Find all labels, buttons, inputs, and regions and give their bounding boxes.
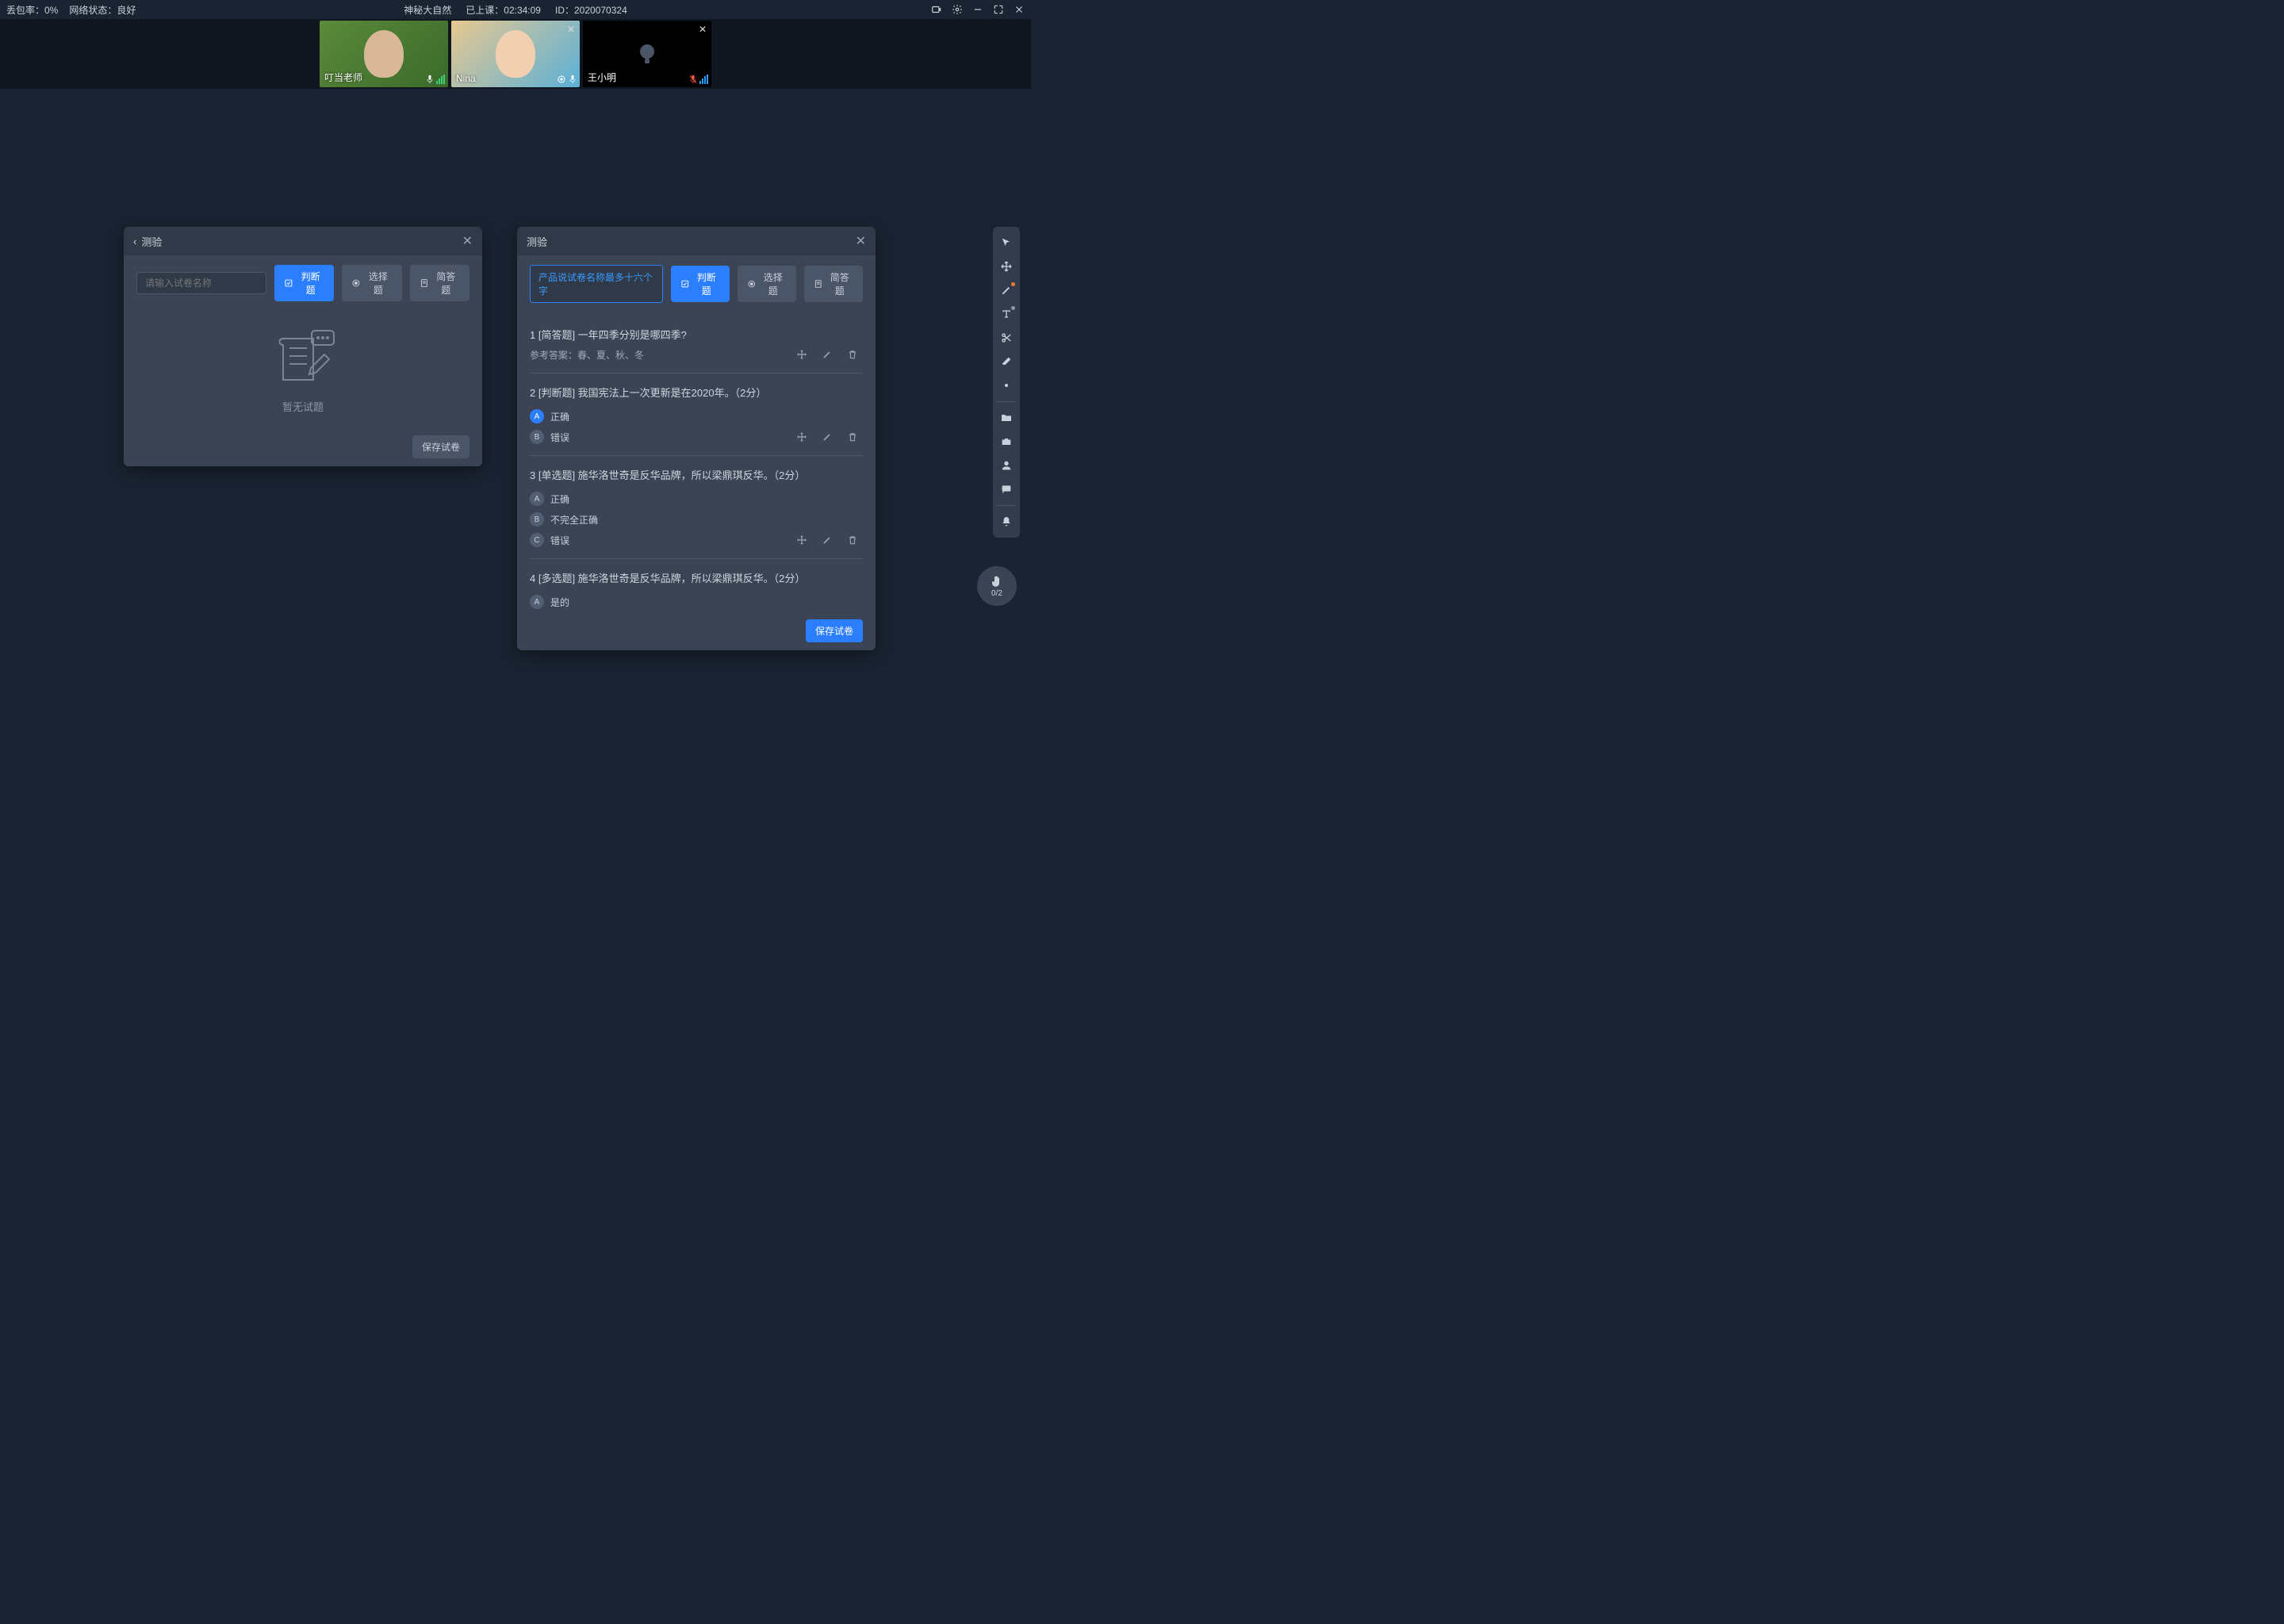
option-label: 是的 — [550, 596, 569, 609]
option-badge: B — [530, 430, 544, 444]
question-title: 2 [判断题] 我国宪法上一次更新是在2020年。（2分） — [530, 385, 863, 400]
text-tool[interactable] — [995, 303, 1017, 325]
back-icon[interactable]: ‹ — [133, 236, 136, 247]
volume-meter-icon — [436, 75, 445, 84]
option-label: 错误 — [550, 534, 569, 547]
hand-icon — [990, 574, 1004, 588]
edit-question-icon[interactable] — [817, 530, 837, 550]
chat-tool[interactable] — [995, 478, 1017, 500]
bell-tool[interactable] — [995, 511, 1017, 533]
mic-icon — [569, 75, 577, 84]
move-tool[interactable] — [995, 255, 1017, 278]
folder-tool[interactable] — [995, 407, 1017, 429]
question-item: 3 [单选题] 施华洛世奇是反华品牌，所以梁鼎琪反华。（2分） A 正确 B 不完全正确… — [530, 456, 863, 559]
pointer-tool[interactable] — [995, 232, 1017, 254]
option-badge: A — [530, 409, 544, 423]
move-question-icon[interactable] — [791, 427, 812, 447]
mic-icon — [426, 75, 434, 84]
option-label: 错误 — [550, 431, 569, 444]
empty-state-label: 暂无试题 — [282, 399, 324, 414]
user-tool[interactable] — [995, 454, 1017, 477]
add-short-answer-button[interactable]: 简答题 — [410, 265, 469, 301]
status-bar: 丢包率：0% 网络状态：良好 神秘大自然 已上课：02:34:09 ID：202… — [0, 0, 1031, 19]
elapsed-time: 已上课：02:34:09 — [466, 3, 541, 17]
option-badge: B — [530, 512, 544, 527]
option-badge: A — [530, 595, 544, 609]
question-title: 1 [简答题] 一年四季分别是哪四季? — [530, 327, 863, 342]
edit-question-icon[interactable] — [817, 344, 837, 365]
option-badge: A — [530, 492, 544, 506]
save-quiz-button[interactable]: 保存试卷 — [806, 619, 863, 642]
question-item: 1 [简答题] 一年四季分别是哪四季?参考答案：春、夏、秋、冬 — [530, 316, 863, 373]
eraser-tool[interactable] — [995, 350, 1017, 373]
delete-question-icon[interactable] — [842, 344, 863, 365]
add-judge-button[interactable]: 判断题 — [671, 266, 730, 302]
option-row[interactable]: B 不完全正确 — [530, 509, 863, 530]
record-icon[interactable] — [931, 4, 942, 15]
option-badge: C — [530, 533, 544, 547]
video-tile-student[interactable]: ✕ Nina — [451, 21, 580, 87]
edit-question-icon[interactable] — [817, 427, 837, 447]
move-question-icon[interactable] — [791, 530, 812, 550]
panel-title: 测验 — [527, 234, 547, 249]
quiz-panel-empty: ‹ 测验 ✕ 判断题 选择题 简答题 — [124, 227, 482, 466]
volume-meter-icon — [699, 75, 708, 84]
empty-quiz-icon — [267, 324, 339, 388]
maximize-icon[interactable] — [993, 4, 1004, 15]
quiz-name-input[interactable]: 产品说试卷名称最多十六个字 — [530, 265, 663, 303]
hand-raise-button[interactable]: 0/2 — [977, 566, 1017, 606]
class-title: 神秘大自然 — [404, 3, 451, 17]
empty-state: 暂无试题 — [124, 311, 482, 427]
close-icon[interactable] — [1014, 4, 1025, 15]
video-tile-teacher[interactable]: 叮当老师 — [320, 21, 448, 87]
option-label: 不完全正确 — [550, 513, 598, 527]
tools-sidebar — [993, 227, 1020, 538]
add-judge-button[interactable]: 判断题 — [274, 265, 334, 301]
participant-name: 叮当老师 — [324, 71, 362, 84]
question-title: 3 [单选题] 施华洛世奇是反华品牌，所以梁鼎琪反华。（2分） — [530, 467, 863, 482]
option-label: 正确 — [550, 410, 569, 423]
participant-name: Nina — [456, 73, 476, 84]
question-list[interactable]: 1 [简答题] 一年四季分别是哪四季?参考答案：春、夏、秋、冬 2 [判断题] … — [517, 312, 876, 611]
participant-video-strip: 叮当老师 ✕ Nina ✕ 王小明 — [0, 19, 1031, 89]
panel-close-icon[interactable]: ✕ — [462, 233, 473, 249]
option-row[interactable]: A 正确 — [530, 406, 863, 427]
tile-close-icon[interactable]: ✕ — [567, 24, 575, 35]
participant-name: 王小明 — [588, 71, 616, 84]
question-title: 4 [多选题] 施华洛世奇是反华品牌，所以梁鼎琪反华。（2分） — [530, 570, 863, 585]
option-row[interactable]: A 正确 — [530, 488, 863, 509]
settings-icon[interactable] — [952, 4, 963, 15]
scissors-tool[interactable] — [995, 327, 1017, 349]
target-icon — [557, 75, 566, 84]
brightness-tool[interactable] — [995, 374, 1017, 396]
pen-tool[interactable] — [995, 279, 1017, 301]
add-choice-button[interactable]: 选择题 — [738, 266, 796, 302]
minimize-icon[interactable] — [972, 4, 983, 15]
tile-close-icon[interactable]: ✕ — [699, 24, 707, 35]
hand-raise-count: 0/2 — [991, 589, 1002, 598]
delete-question-icon[interactable] — [842, 530, 863, 550]
delete-question-icon[interactable] — [842, 427, 863, 447]
session-id: ID：2020070324 — [555, 3, 627, 17]
option-label: 正确 — [550, 492, 569, 506]
panel-title: 测验 — [141, 234, 162, 249]
toolbox-tool[interactable] — [995, 431, 1017, 453]
camera-off-icon — [633, 40, 661, 68]
question-item: 2 [判断题] 我国宪法上一次更新是在2020年。（2分） A 正确 B 错误 — [530, 373, 863, 456]
network-status-label: 网络状态：良好 — [69, 3, 136, 17]
option-row[interactable]: A 是的 — [530, 592, 863, 611]
move-question-icon[interactable] — [791, 344, 812, 365]
quiz-name-input[interactable] — [136, 272, 266, 294]
save-quiz-button[interactable]: 保存试卷 — [412, 435, 469, 458]
add-choice-button[interactable]: 选择题 — [342, 265, 401, 301]
question-item: 4 [多选题] 施华洛世奇是反华品牌，所以梁鼎琪反华。（2分）A是的B不完全正确… — [530, 559, 863, 611]
packet-loss-label: 丢包率：0% — [6, 3, 58, 17]
mic-muted-icon — [689, 75, 697, 84]
panel-close-icon[interactable]: ✕ — [856, 233, 866, 249]
add-short-answer-button[interactable]: 简答题 — [804, 266, 863, 302]
video-tile-student[interactable]: ✕ 王小明 — [583, 21, 711, 87]
quiz-panel-filled: 测验 ✕ 产品说试卷名称最多十六个字 判断题 选择题 简答题 1 [简答题] 一… — [517, 227, 876, 650]
